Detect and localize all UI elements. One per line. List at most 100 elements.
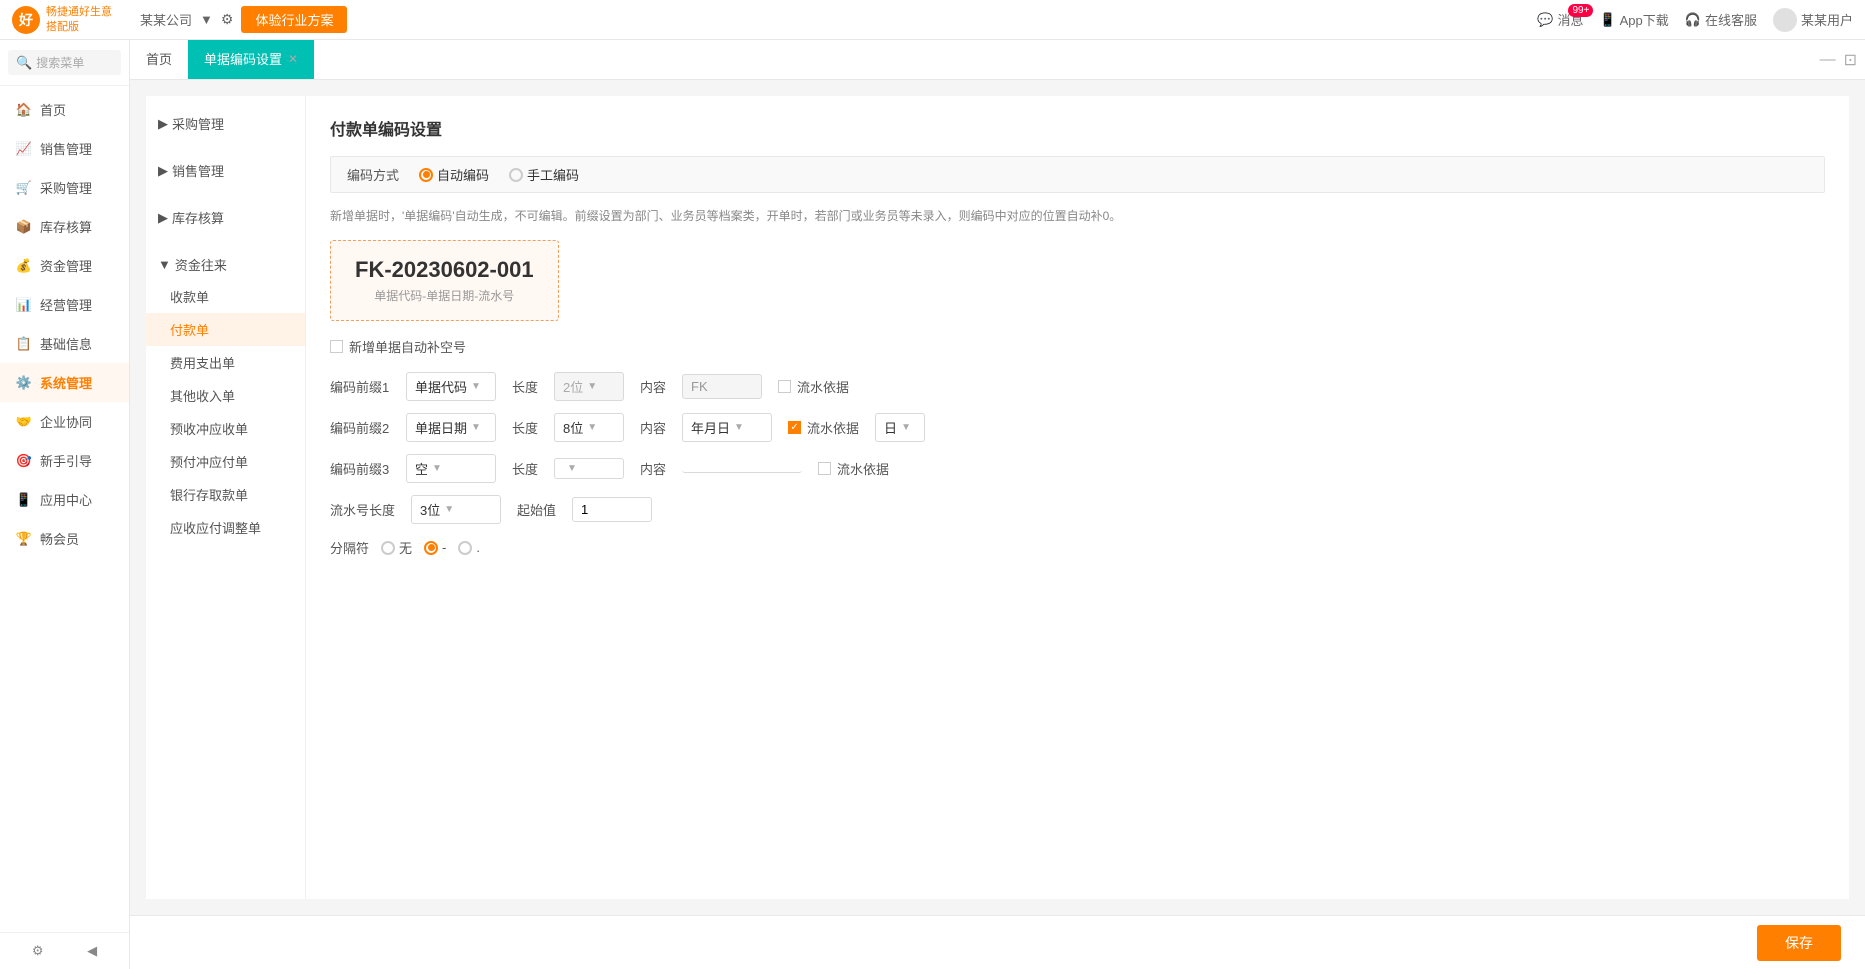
message-button[interactable]: 💬 消息 99+ bbox=[1537, 10, 1583, 29]
sub-header-capital[interactable]: ▼ 资金往来 bbox=[146, 249, 305, 280]
tab-home[interactable]: 首页 bbox=[130, 40, 188, 79]
start-val-input[interactable] bbox=[572, 497, 652, 522]
sidebar-item-purchase[interactable]: 🛒 采购管理 bbox=[0, 168, 129, 207]
purchase-icon: 🛒 bbox=[16, 180, 32, 196]
sidebar-item-apps[interactable]: 📱 应用中心 bbox=[0, 480, 129, 519]
sep-dot-option[interactable]: . bbox=[458, 540, 480, 555]
sub-arrow-inventory: ▶ bbox=[158, 210, 168, 226]
prefix2-select[interactable]: 单据日期 ▼ bbox=[406, 413, 496, 442]
prefix1-flow-checkbox[interactable] bbox=[778, 380, 791, 393]
sub-arrow-sales: ▶ bbox=[158, 163, 168, 179]
prefix3-len-arrow: ▼ bbox=[567, 463, 577, 474]
prefix3-len-box[interactable]: ▼ bbox=[554, 458, 624, 479]
prefix3-select[interactable]: 空 ▼ bbox=[406, 454, 496, 483]
manual-encode-radio[interactable] bbox=[509, 168, 523, 182]
system-icon: ⚙️ bbox=[16, 375, 32, 391]
user-area[interactable]: 某某用户 bbox=[1773, 8, 1853, 32]
prefix3-flow-checkbox[interactable] bbox=[818, 462, 831, 475]
prefix1-select[interactable]: 单据代码 ▼ bbox=[406, 372, 496, 401]
prefix2-flow-unit-select[interactable]: 日 ▼ bbox=[875, 413, 925, 442]
sub-item-expense[interactable]: 费用支出单 bbox=[146, 346, 305, 379]
online-service-button[interactable]: 🎧 在线客服 bbox=[1685, 10, 1757, 29]
trial-button[interactable]: 体验行业方案 bbox=[241, 6, 347, 33]
sub-sidebar: ▶ 采购管理 ▶ 销售管理 ▶ bbox=[146, 96, 306, 899]
sub-item-adjust[interactable]: 应收应付调整单 bbox=[146, 511, 305, 544]
sidebar-item-member[interactable]: 🏆 畅会员 bbox=[0, 519, 129, 558]
sub-item-other-income[interactable]: 其他收入单 bbox=[146, 379, 305, 412]
header-mid: 某某公司 ▼ ⚙ 体验行业方案 bbox=[140, 6, 1529, 33]
form-area: 付款单编码设置 编码方式 自动编码 手工编码 bbox=[306, 96, 1849, 899]
prefix2-unit-arrow: ▼ bbox=[901, 422, 911, 433]
inventory-icon: 📦 bbox=[16, 219, 32, 235]
prefix2-content-label: 内容 bbox=[640, 418, 666, 437]
prefix3-arrow: ▼ bbox=[432, 463, 442, 474]
save-button[interactable]: 保存 bbox=[1757, 925, 1841, 961]
sidebar-search-area: 🔍 搜索菜单 bbox=[0, 40, 129, 86]
search-placeholder: 搜索菜单 bbox=[36, 54, 84, 71]
sidebar-item-basic[interactable]: 📋 基础信息 bbox=[0, 324, 129, 363]
basic-icon: 📋 bbox=[16, 336, 32, 352]
serial-length-label: 流水号长度 bbox=[330, 500, 395, 519]
prefix2-len-label: 长度 bbox=[512, 418, 538, 437]
sidebar-item-corp[interactable]: 🤝 企业协同 bbox=[0, 402, 129, 441]
auto-fill-row: 新增单据自动补空号 bbox=[330, 337, 1825, 356]
prefix2-flow-cb: ✓ 流水依据 bbox=[788, 418, 859, 437]
company-name: 某某公司 bbox=[140, 10, 192, 29]
sub-item-receipt[interactable]: 收款单 bbox=[146, 280, 305, 313]
sidebar-item-finance[interactable]: 💰 资金管理 bbox=[0, 246, 129, 285]
tab-encode-setting[interactable]: 单据编码设置 ✕ bbox=[188, 40, 314, 79]
company-dropdown[interactable]: ▼ bbox=[200, 12, 213, 27]
sep-none-option[interactable]: 无 bbox=[381, 538, 412, 557]
sidebar-settings-icon[interactable]: ⚙ bbox=[32, 943, 44, 959]
corp-icon: 🤝 bbox=[16, 414, 32, 430]
separator-label: 分隔符 bbox=[330, 538, 369, 557]
sidebar-item-system[interactable]: ⚙️ 系统管理 bbox=[0, 363, 129, 402]
settings-icon[interactable]: ⚙ bbox=[221, 11, 234, 28]
sidebar-collapse-icon[interactable]: ◀ bbox=[87, 943, 97, 959]
config-row-prefix3: 编码前缀3 空 ▼ 长度 ▼ 内容 bbox=[330, 454, 1825, 483]
sep-none-radio[interactable] bbox=[381, 541, 395, 555]
auto-encode-radio[interactable] bbox=[419, 168, 433, 182]
prefix3-len-label: 长度 bbox=[512, 459, 538, 478]
tab-minimize-icon[interactable]: — bbox=[1820, 51, 1836, 69]
sub-header-sales[interactable]: ▶ 销售管理 bbox=[146, 155, 305, 186]
header-right: 💬 消息 99+ 📱 App下载 🎧 在线客服 某某用户 bbox=[1537, 8, 1853, 32]
manual-encode-option[interactable]: 手工编码 bbox=[509, 165, 579, 184]
sub-item-bank-deposit[interactable]: 银行存取款单 bbox=[146, 478, 305, 511]
sub-header-purchase[interactable]: ▶ 采购管理 bbox=[146, 108, 305, 139]
sidebar-item-operation[interactable]: 📊 经营管理 bbox=[0, 285, 129, 324]
app-download-button[interactable]: 📱 App下载 bbox=[1599, 10, 1668, 29]
prefix2-flow-checkbox[interactable]: ✓ bbox=[788, 421, 801, 434]
serial-row: 流水号长度 3位 ▼ 起始值 bbox=[330, 495, 1825, 524]
member-icon: 🏆 bbox=[16, 531, 32, 547]
sidebar-item-inventory[interactable]: 📦 库存核算 bbox=[0, 207, 129, 246]
serial-length-select[interactable]: 3位 ▼ bbox=[411, 495, 501, 524]
sub-item-prepay-payable[interactable]: 预付冲应付单 bbox=[146, 445, 305, 478]
logo-area: 好 畅捷通好生意 搭配版 bbox=[12, 5, 132, 34]
config-row-prefix2: 编码前缀2 单据日期 ▼ 长度 8位 ▼ 内容 bbox=[330, 413, 1825, 442]
auto-encode-option[interactable]: 自动编码 bbox=[419, 165, 489, 184]
prefix2-content-select[interactable]: 年月日 ▼ bbox=[682, 413, 772, 442]
prefix3-label: 编码前缀3 bbox=[330, 459, 390, 478]
sep-hyphen-option[interactable]: - bbox=[424, 540, 446, 555]
auto-fill-checkbox[interactable] bbox=[330, 340, 343, 353]
sidebar-item-sales[interactable]: 📈 销售管理 bbox=[0, 129, 129, 168]
sub-item-payment[interactable]: 付款单 bbox=[146, 313, 305, 346]
content-area: 首页 单据编码设置 ✕ — ⊡ ▶ bbox=[130, 40, 1865, 969]
sep-hyphen-radio[interactable] bbox=[424, 541, 438, 555]
sidebar-item-home[interactable]: 🏠 首页 bbox=[0, 90, 129, 129]
tab-close-encode-setting[interactable]: ✕ bbox=[288, 52, 298, 66]
sub-item-prepay-receivable[interactable]: 预收冲应收单 bbox=[146, 412, 305, 445]
sidebar-item-guide[interactable]: 🎯 新手引导 bbox=[0, 441, 129, 480]
sub-header-inventory[interactable]: ▶ 库存核算 bbox=[146, 202, 305, 233]
encode-method-label: 编码方式 bbox=[347, 165, 399, 184]
search-input-wrapper[interactable]: 🔍 搜索菜单 bbox=[8, 50, 121, 75]
sep-dot-radio[interactable] bbox=[458, 541, 472, 555]
inner-layout: ▶ 采购管理 ▶ 销售管理 ▶ bbox=[146, 96, 1849, 899]
prefix1-len-box[interactable]: 2位 ▼ bbox=[554, 372, 624, 401]
sidebar-nav: 🏠 首页 📈 销售管理 🛒 采购管理 📦 库存核算 💰 资金管理 📊 经 bbox=[0, 86, 129, 932]
tab-maximize-icon[interactable]: ⊡ bbox=[1844, 50, 1857, 70]
main-layout: 🔍 搜索菜单 🏠 首页 📈 销售管理 🛒 采购管理 📦 库存核算 💰 bbox=[0, 40, 1865, 969]
logo-icon: 好 bbox=[12, 6, 40, 34]
prefix2-len-box[interactable]: 8位 ▼ bbox=[554, 413, 624, 442]
